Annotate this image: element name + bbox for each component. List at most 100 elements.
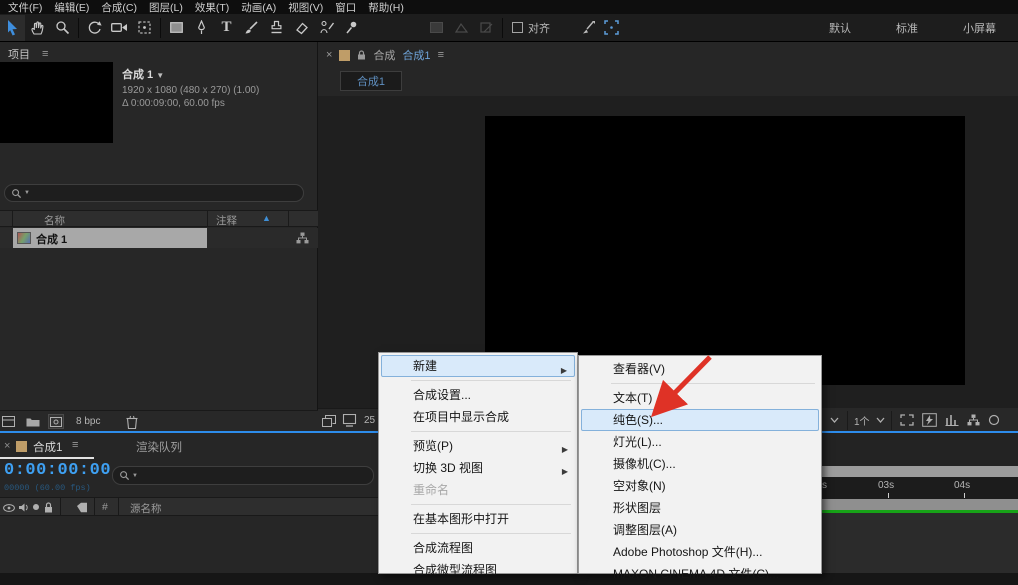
roto-brush-tool-icon[interactable] — [314, 15, 339, 41]
align-checkbox[interactable] — [512, 22, 523, 33]
clone-stamp-tool-icon[interactable] — [264, 15, 289, 41]
flowchart-icon[interactable] — [296, 232, 309, 244]
horizontal-scrollbar[interactable] — [822, 466, 1018, 477]
chevron-down-icon[interactable] — [830, 417, 839, 423]
menu-layer[interactable]: 图层(L) — [143, 0, 189, 15]
menu-item-reveal-in-project[interactable]: 在项目中显示合成 — [381, 406, 575, 428]
chevron-down-icon[interactable]: ▼ — [156, 71, 164, 80]
shape-tool-icon[interactable] — [164, 15, 189, 41]
menu-item-composition-mini-flowchart[interactable]: 合成微型流程图 — [381, 559, 575, 581]
menu-item-rename[interactable]: 重命名 — [381, 479, 575, 501]
menu-item-composition-flowchart[interactable]: 合成流程图 — [381, 537, 575, 559]
brush-tool-icon[interactable] — [239, 15, 264, 41]
timeline-search-input[interactable]: ▼ — [112, 466, 374, 485]
workspace-small-screen[interactable]: 小屏幕 — [963, 20, 996, 36]
lock-icon[interactable] — [44, 502, 53, 513]
solo-icon[interactable] — [33, 504, 39, 510]
menu-view[interactable]: 视图(V) — [282, 0, 329, 15]
pan-behind-tool-icon[interactable] — [132, 15, 157, 41]
menu-item-switch-3d-view[interactable]: 切换 3D 视图 ▶ — [381, 457, 575, 479]
submenu-item-camera[interactable]: 摄像机(C)... — [581, 453, 819, 475]
menu-animation[interactable]: 动画(A) — [235, 0, 282, 15]
trash-icon[interactable] — [126, 415, 138, 429]
menu-edit[interactable]: 编辑(E) — [48, 0, 95, 15]
menu-composition[interactable]: 合成(C) — [95, 0, 143, 15]
search-dropdown-caret[interactable]: ▼ — [24, 190, 30, 196]
menu-item-open-in-essential-graphics[interactable]: 在基本图形中打开 — [381, 508, 575, 530]
timeline-tab-comp[interactable]: 合成1 — [33, 439, 62, 455]
search-dropdown-caret[interactable]: ▼ — [132, 473, 138, 479]
timeline-button-icon[interactable] — [945, 414, 959, 426]
project-tab[interactable]: 项目 — [8, 46, 30, 62]
lock-icon[interactable] — [357, 50, 366, 60]
time-ruler[interactable]: s 03s 04s — [822, 477, 1018, 499]
project-comp-title[interactable]: 合成 1 — [122, 69, 153, 81]
panel-menu-icon[interactable]: ≡ — [72, 439, 78, 451]
text-tool-icon[interactable]: T — [214, 15, 239, 41]
camera-tool-icon[interactable] — [107, 15, 132, 41]
comp-panel-tab-label[interactable]: 合成 — [373, 47, 395, 63]
submenu-item-cinema4d-file[interactable]: MAXON CINEMA 4D 文件(C)... — [581, 563, 819, 585]
submenu-item-solid[interactable]: 纯色(S)... — [581, 409, 819, 431]
eraser-tool-icon[interactable] — [289, 15, 314, 41]
project-search-input[interactable]: ▼ — [4, 184, 304, 202]
menu-file[interactable]: 文件(F) — [2, 0, 48, 15]
timeline-track-area[interactable] — [822, 513, 1018, 573]
submenu-item-adjustment-layer[interactable]: 调整图层(A) — [581, 519, 819, 541]
project-row-comp1[interactable]: 合成 1 — [0, 228, 318, 248]
rotate-tool-icon[interactable] — [82, 15, 107, 41]
work-area-bar[interactable] — [822, 499, 1018, 510]
zoom-level-dropdown[interactable]: 25 — [364, 415, 375, 426]
tab-render-queue[interactable]: 渲染队列 — [136, 439, 182, 455]
submenu-item-null-object[interactable]: 空对象(N) — [581, 475, 819, 497]
menu-window[interactable]: 窗口 — [329, 0, 362, 15]
column-name[interactable]: 名称 — [44, 213, 65, 228]
always-preview-icon[interactable] — [322, 415, 336, 427]
submenu-item-text[interactable]: 文本(T) — [581, 387, 819, 409]
panel-list-icon[interactable] — [2, 416, 15, 427]
mask-visibility-icon[interactable] — [574, 15, 599, 41]
column-number[interactable]: # — [102, 501, 108, 513]
zoom-tool-icon[interactable] — [50, 15, 75, 41]
fast-preview-icon[interactable] — [921, 413, 937, 427]
bpc-button[interactable]: 8 bpc — [76, 416, 100, 427]
pen-tool-icon[interactable] — [189, 15, 214, 41]
menu-item-new[interactable]: 新建 ▶ — [381, 355, 575, 377]
main-viewer-icon[interactable] — [342, 414, 357, 427]
close-icon[interactable]: × — [4, 440, 10, 452]
composition-view[interactable] — [485, 116, 965, 385]
submenu-item-light[interactable]: 灯光(L)... — [581, 431, 819, 453]
comp-flowchart-icon[interactable] — [967, 414, 980, 426]
submenu-item-photoshop-file[interactable]: Adobe Photoshop 文件(H)... — [581, 541, 819, 563]
submenu-item-viewer[interactable]: 查看器(V) — [581, 358, 819, 380]
workspace-default[interactable]: 默认 — [829, 20, 851, 36]
hand-tool-icon[interactable] — [25, 15, 50, 41]
region-of-interest-icon[interactable] — [899, 414, 914, 426]
close-icon[interactable]: × — [326, 49, 332, 61]
menu-help[interactable]: 帮助(H) — [362, 0, 410, 15]
workspace-standard[interactable]: 标准 — [896, 20, 918, 36]
comp-mini-tab[interactable]: 合成1 — [340, 71, 402, 91]
column-comment[interactable]: 注释 — [216, 213, 237, 228]
target-brackets-icon[interactable] — [599, 15, 624, 41]
label-icon[interactable] — [76, 502, 88, 513]
panel-menu-icon[interactable]: ≡ — [438, 49, 444, 61]
comp-panel-comp-name[interactable]: 合成1 — [402, 47, 430, 63]
current-timecode[interactable]: 0:00:00:00 — [4, 461, 111, 480]
project-row-label[interactable]: 合成 1 — [36, 231, 67, 247]
sort-arrow-icon[interactable]: ▲ — [262, 213, 271, 223]
folder-icon[interactable] — [26, 416, 40, 427]
audio-icon[interactable] — [18, 502, 29, 513]
snap-align-control[interactable]: 对齐 — [512, 20, 550, 36]
new-composition-icon[interactable] — [48, 414, 64, 429]
menu-effect[interactable]: 效果(T) — [189, 0, 235, 15]
column-source-name[interactable]: 源名称 — [130, 501, 162, 516]
puppet-pin-tool-icon[interactable] — [339, 15, 364, 41]
eye-icon[interactable] — [3, 504, 15, 512]
menu-item-composition-settings[interactable]: 合成设置... — [381, 384, 575, 406]
view-layout-dropdown[interactable]: 1个 — [847, 410, 892, 430]
submenu-item-shape-layer[interactable]: 形状图层 — [581, 497, 819, 519]
menu-item-preview[interactable]: 预览(P) ▶ — [381, 435, 575, 457]
selection-tool-icon[interactable] — [0, 14, 25, 41]
panel-menu-icon[interactable]: ≡ — [42, 48, 48, 60]
